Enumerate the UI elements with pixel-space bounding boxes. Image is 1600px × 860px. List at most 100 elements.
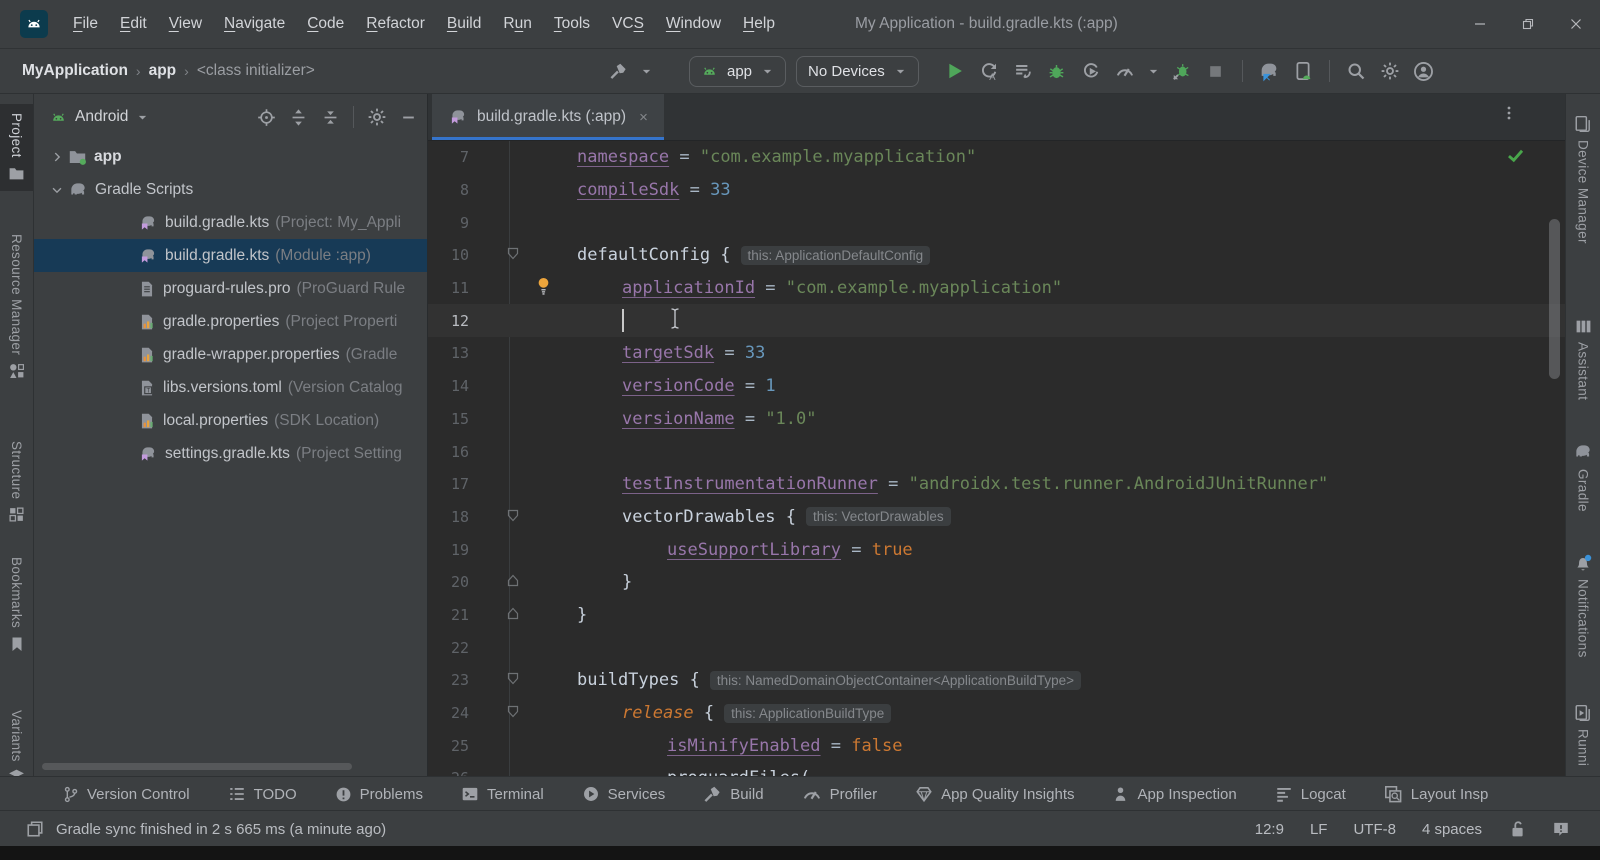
lock-open-icon[interactable] [1508, 820, 1526, 838]
fold-marker[interactable] [507, 605, 519, 625]
tree-item-gradle-wrapper-properties[interactable]: gradle-wrapper.properties (Gradle [34, 338, 427, 371]
editor-tab[interactable]: build.gradle.kts (:app) × [432, 94, 664, 140]
close-tab-icon[interactable]: × [639, 109, 648, 126]
expand-all-button[interactable] [289, 108, 308, 127]
fold-marker[interactable] [507, 572, 519, 592]
intention-bulb-icon[interactable] [535, 276, 552, 300]
menu-tools[interactable]: Tools [543, 15, 601, 33]
code-line-26[interactable]: 26 proguardFiles( [428, 762, 1565, 776]
breadcrumb-item[interactable]: MyApplication [22, 62, 128, 80]
restore-button[interactable] [1504, 0, 1552, 48]
code-line-7[interactable]: 7 namespace = "com.example.myapplication" [428, 141, 1565, 174]
run-with-profiler-button[interactable] [1079, 59, 1103, 83]
chevron-down-icon[interactable] [640, 65, 653, 78]
apply-code-changes-button[interactable] [1011, 59, 1035, 83]
code-line-19[interactable]: 19 useSupportLibrary = true [428, 533, 1565, 566]
menu-vcs[interactable]: VCS [601, 15, 655, 33]
menu-code[interactable]: Code [296, 15, 355, 33]
code-line-25[interactable]: 25 isMinifyEnabled = false [428, 729, 1565, 762]
tree-item-build-gradle-kts[interactable]: build.gradle.kts (Module :app) [34, 239, 427, 272]
tool-stripe-bookmarks[interactable]: Bookmarks [0, 548, 33, 660]
menu-help[interactable]: Help [732, 15, 786, 33]
code-line-14[interactable]: 14 versionCode = 1 [428, 370, 1565, 403]
toolwindow-button-app-inspection[interactable]: App Inspection [1112, 786, 1237, 803]
device-select[interactable]: No Devices [796, 55, 919, 87]
code-line-20[interactable]: 20} [428, 566, 1565, 599]
caret-position[interactable]: 12:9 [1255, 821, 1284, 838]
breadcrumb-item[interactable]: app [149, 62, 177, 80]
menu-edit[interactable]: Edit [109, 15, 158, 33]
search-everywhere-button[interactable] [1344, 59, 1368, 83]
code-line-16[interactable]: 16 [428, 435, 1565, 468]
apply-changes-restart-button[interactable]: A [977, 59, 1001, 83]
tree-item-proguard-rules-pro[interactable]: proguard-rules.pro (ProGuard Rule [34, 272, 427, 305]
project-view-selector[interactable]: Android [50, 108, 149, 126]
toolwindow-button-terminal[interactable]: Terminal [461, 785, 544, 803]
code-line-9[interactable]: 9 [428, 206, 1565, 239]
toolwindow-button-app-quality-insights[interactable]: App Quality Insights [915, 785, 1074, 803]
code-line-8[interactable]: 8 compileSdk = 33 [428, 174, 1565, 207]
menu-window[interactable]: Window [655, 15, 732, 33]
tree-item-app[interactable]: app [34, 140, 427, 173]
stop-button[interactable] [1204, 59, 1228, 83]
locate-file-button[interactable] [257, 108, 276, 127]
notification-balloon-icon[interactable] [1552, 820, 1570, 838]
toolwindow-button-build[interactable]: Build [703, 785, 764, 804]
settings-button[interactable] [1378, 59, 1402, 83]
code-area[interactable]: 7 namespace = "com.example.myapplication"… [428, 141, 1565, 776]
run-configuration-select[interactable]: app [689, 55, 787, 87]
code-line-24[interactable]: 24 release {this: ApplicationBuildType [428, 697, 1565, 730]
code-line-12[interactable]: 12 [428, 304, 1565, 338]
code-line-21[interactable]: 21} [428, 599, 1565, 632]
code-line-23[interactable]: 23 buildTypes {this: NamedDomainObjectCon… [428, 664, 1565, 697]
fold-marker[interactable] [507, 670, 519, 690]
tool-stripe-notifications[interactable]: Notifications [1566, 545, 1600, 667]
run-button[interactable] [943, 59, 967, 83]
editor-scrollbar[interactable] [1549, 219, 1560, 379]
tool-stripe-device-manager[interactable]: Device Manager [1566, 106, 1600, 253]
minimize-button[interactable] [1456, 0, 1504, 48]
horizontal-scrollbar[interactable] [42, 763, 352, 770]
code-line-18[interactable]: 18 vectorDrawables {this: VectorDrawables [428, 501, 1565, 534]
menu-navigate[interactable]: Navigate [213, 15, 296, 33]
collapse-all-button[interactable] [321, 108, 340, 127]
toolwindow-button-services[interactable]: Services [582, 785, 665, 803]
toolwindow-button-layout-insp[interactable]: Layout Insp [1384, 785, 1488, 804]
code-line-11[interactable]: 11 applicationId = "com.example.myapplica… [428, 272, 1565, 305]
editor-options-kebab-button[interactable] [1501, 104, 1517, 122]
tree-item-gradle-properties[interactable]: gradle.properties (Project Properti [34, 305, 427, 338]
tool-stripe-gradle[interactable]: Gradle [1566, 433, 1600, 521]
gradle-sync-button[interactable] [1257, 59, 1281, 83]
toolwindow-button-todo[interactable]: TODO [228, 785, 297, 803]
menu-run[interactable]: Run [492, 15, 542, 33]
profile-avatar-button[interactable] [1412, 59, 1436, 83]
tool-windows-icon[interactable] [26, 820, 44, 838]
menu-file[interactable]: File [62, 15, 109, 33]
tree-item-libs-versions-toml[interactable]: Tlibs.versions.toml (Version Catalog [34, 371, 427, 404]
menu-refactor[interactable]: Refactor [355, 15, 436, 33]
indent-setting[interactable]: 4 spaces [1422, 821, 1482, 838]
toolwindow-button-logcat[interactable]: Logcat [1275, 785, 1346, 803]
menu-build[interactable]: Build [436, 15, 492, 33]
tree-item-gradle-scripts[interactable]: Gradle Scripts [34, 173, 427, 206]
toolwindow-button-profiler[interactable]: Profiler [802, 784, 877, 804]
tree-item-build-gradle-kts[interactable]: build.gradle.kts (Project: My_Appli [34, 206, 427, 239]
close-button[interactable] [1552, 0, 1600, 48]
tree-item-settings-gradle-kts[interactable]: settings.gradle.kts (Project Setting [34, 437, 427, 470]
chevron-down-icon[interactable] [46, 183, 68, 197]
tool-stripe-assistant[interactable]: Assistant [1566, 309, 1600, 409]
breadcrumb-item[interactable]: <class initializer> [197, 62, 315, 80]
tool-stripe-structure[interactable]: Structure [0, 432, 33, 532]
toolwindow-button-problems[interactable]: Problems [335, 786, 423, 803]
fold-marker[interactable] [507, 703, 519, 723]
line-ending[interactable]: LF [1310, 821, 1328, 838]
build-hammer-button[interactable] [606, 59, 630, 83]
code-line-17[interactable]: 17 testInstrumentationRunner = "androidx.… [428, 468, 1565, 501]
profiler-button[interactable] [1113, 59, 1137, 83]
device-manager-button[interactable] [1291, 59, 1315, 83]
hide-panel-button[interactable] [400, 109, 417, 126]
code-line-10[interactable]: 10 defaultConfig {this: ApplicationDefaul… [428, 239, 1565, 272]
tool-stripe-resource-manager[interactable]: Resource Manager [0, 225, 33, 388]
fold-marker[interactable] [507, 245, 519, 265]
attach-debugger-button[interactable] [1170, 59, 1194, 83]
